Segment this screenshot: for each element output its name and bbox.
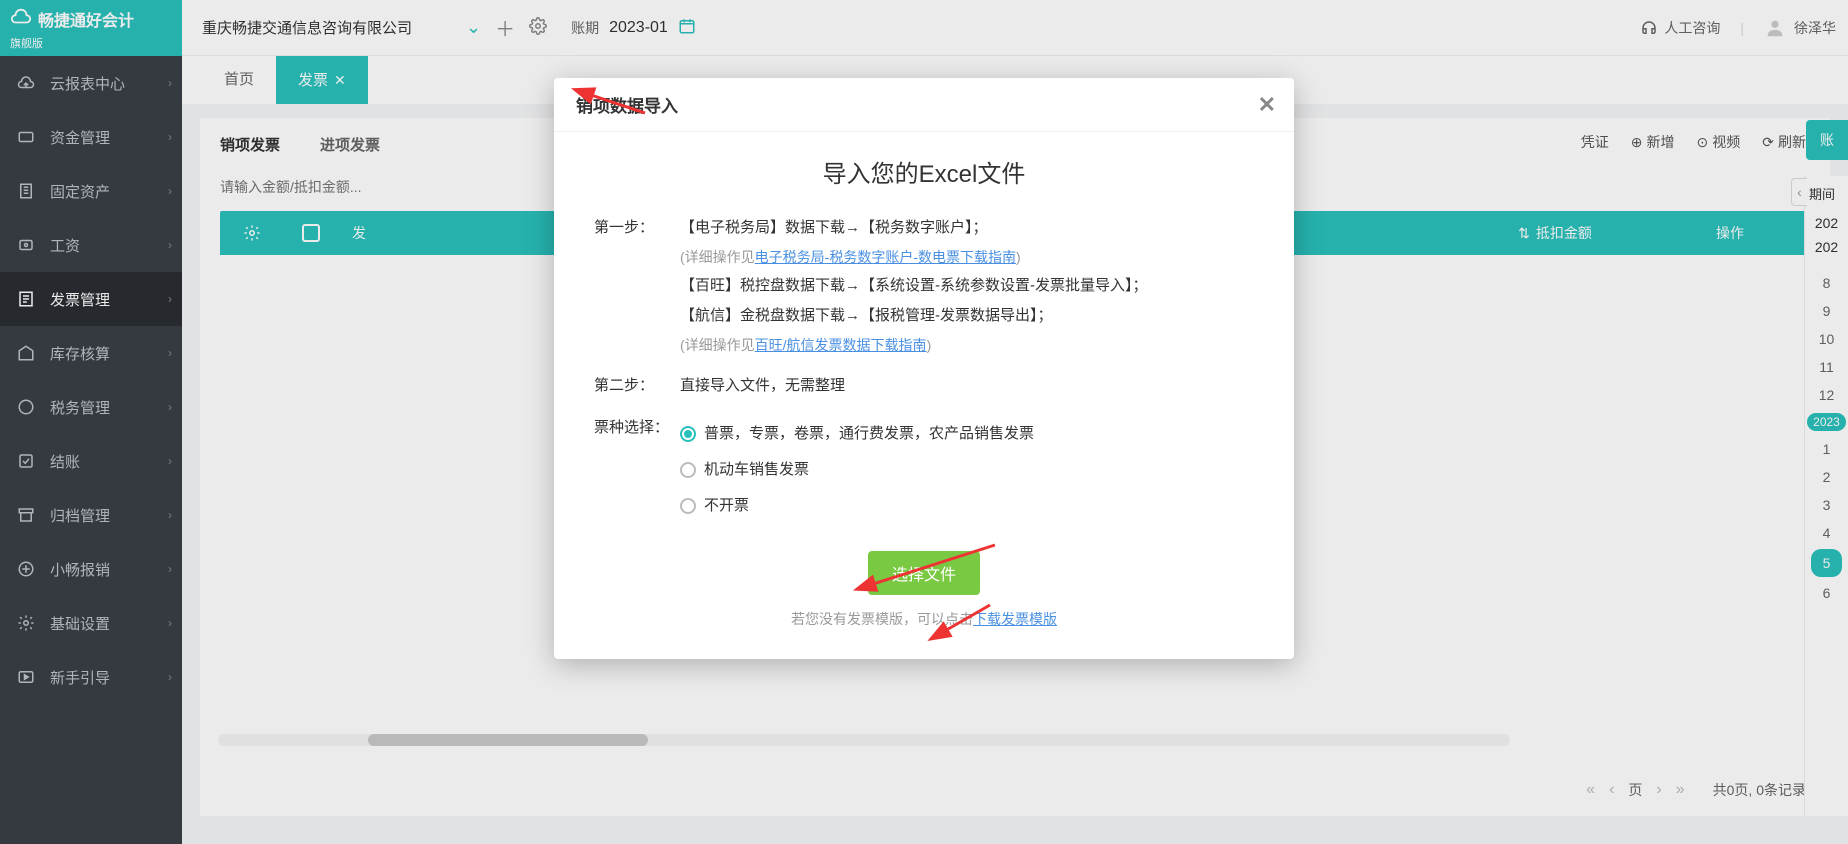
invoice-type-option-none[interactable]: 不开票 xyxy=(680,491,1254,521)
step2-label: 第二步： xyxy=(594,371,680,401)
modal-header: 销项数据导入 ✕ xyxy=(554,78,1294,132)
invoice-type-label: 票种选择： xyxy=(594,413,680,527)
modal-close-button[interactable]: ✕ xyxy=(1258,92,1276,118)
modal-mask: 销项数据导入 ✕ 导入您的Excel文件 第一步： 【电子税务局】数据下载→【税… xyxy=(0,0,1848,844)
step1-label: 第一步： xyxy=(594,213,680,359)
select-file-button[interactable]: 选择文件 xyxy=(868,551,980,595)
step1-line1: 【电子税务局】数据下载→【税务数字账户】； xyxy=(680,213,1254,243)
radio-unselected-icon xyxy=(680,462,696,478)
step2-text: 直接导入文件，无需整理 xyxy=(680,371,1254,401)
template-hint: 若您没有发票模版，可以点击下载发票模版 xyxy=(554,609,1294,629)
invoice-type-option-vehicle[interactable]: 机动车销售发票 xyxy=(680,455,1254,485)
import-modal: 销项数据导入 ✕ 导入您的Excel文件 第一步： 【电子税务局】数据下载→【税… xyxy=(554,78,1294,659)
step1-line3: 【航信】金税盘数据下载→【报税管理-发票数据导出】； xyxy=(680,301,1254,331)
radio-unselected-icon xyxy=(680,498,696,514)
baiwang-guide-link[interactable]: 百旺/航信发票数据下载指南 xyxy=(755,337,927,353)
radio-selected-icon xyxy=(680,426,696,442)
download-template-link[interactable]: 下载发票模版 xyxy=(973,611,1057,627)
etax-guide-link[interactable]: 电子税务局-税务数字账户-数电票下载指南 xyxy=(755,249,1016,265)
modal-heading: 导入您的Excel文件 xyxy=(554,154,1294,189)
step1-line2: 【百旺】税控盘数据下载→【系统设置-系统参数设置-发票批量导入】； xyxy=(680,271,1254,301)
modal-title: 销项数据导入 xyxy=(576,92,678,117)
invoice-type-option-general[interactable]: 普票，专票，卷票，通行费发票，农产品销售发票 xyxy=(680,419,1254,449)
